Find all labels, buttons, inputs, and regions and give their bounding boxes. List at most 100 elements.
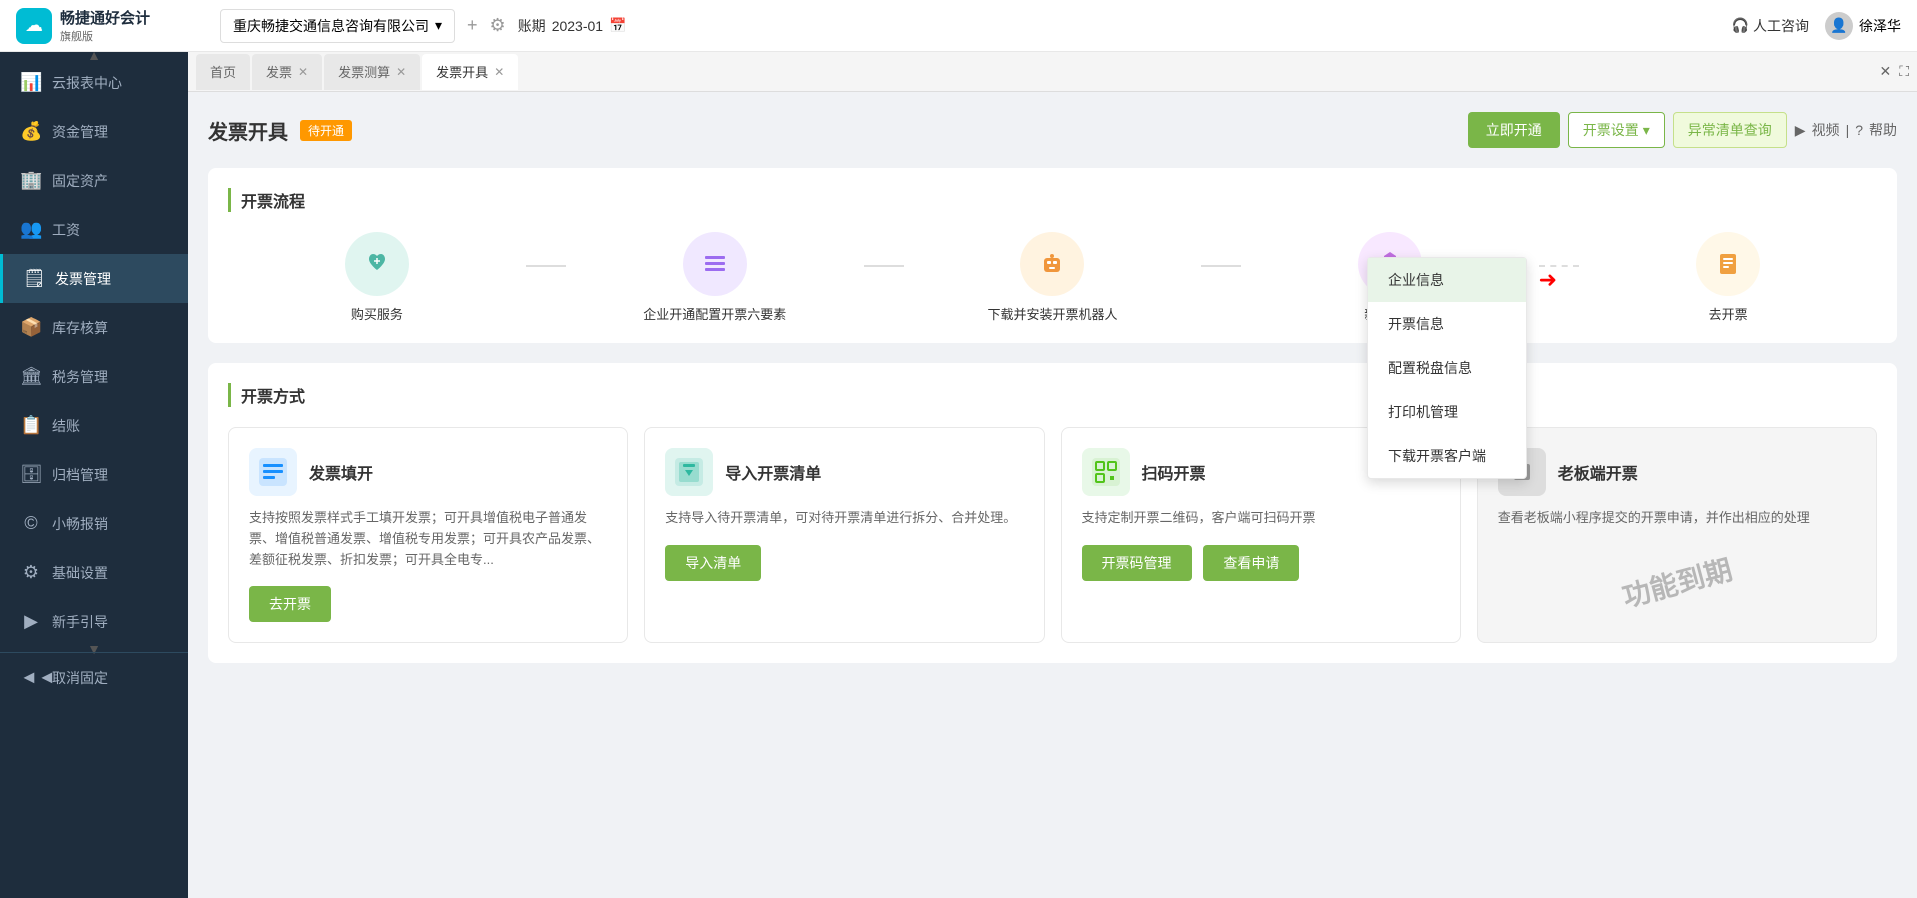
dropdown-item-invoice-info[interactable]: 开票信息	[1368, 302, 1526, 346]
fund-mgmt-icon: 💰	[20, 121, 42, 142]
sidebar-label-cloud-report: 云报表中心	[52, 73, 122, 93]
flow-steps: 购买服务 企业开通配置开票六要素	[228, 232, 1877, 323]
settings-dropdown-menu: 企业信息 开票信息 配置税盘信息 打印机管理 下载开票客户端	[1367, 257, 1527, 479]
method-desc-4: 查看老板端小程序提交的开票申请，并作出相应的处理	[1498, 508, 1856, 529]
dropdown-item-company-info[interactable]: 企业信息	[1368, 258, 1526, 302]
methods-section: 开票方式	[208, 363, 1897, 663]
user-name: 徐泽华	[1859, 16, 1901, 36]
sidebar-item-invoice-mgmt[interactable]: 🗒 发票管理	[0, 254, 188, 303]
sidebar-label-inventory: 库存核算	[52, 318, 108, 338]
import-list-icon	[665, 448, 713, 496]
tab-invoice-calc-close[interactable]: ✕	[396, 65, 406, 79]
sidebar-item-cloud-report[interactable]: 📊 云报表中心	[0, 58, 188, 107]
tab-invoice-calc[interactable]: 发票测算 ✕	[324, 54, 420, 90]
top-bar: ☁ 畅捷通好会计 旗舰版 重庆畅捷交通信息咨询有限公司 ▾ + ⚙ 账期 202…	[0, 0, 1917, 52]
config-icon	[699, 248, 731, 280]
method-desc-3: 支持定制开票二维码，客户端可扫码开票	[1082, 508, 1440, 529]
sidebar-item-tax-mgmt[interactable]: 🏛 税务管理	[0, 352, 188, 401]
invoice-mgmt-icon: 🗒	[23, 268, 45, 289]
flow-step-1: 购买服务	[228, 232, 526, 323]
settings-dropdown-container: 开票设置 ▾	[1568, 112, 1665, 148]
tab-bar: 首页 发票 ✕ 发票测算 ✕ 发票开具 ✕ ✕ ⛶	[188, 52, 1917, 92]
sidebar-item-payroll[interactable]: 👥 工资	[0, 205, 188, 254]
method-header-1: 发票填开	[249, 448, 607, 496]
new-guide-icon: ▶	[20, 611, 42, 632]
sidebar-item-archive-mgmt[interactable]: 🗄 归档管理	[0, 450, 188, 499]
flow-step-5: 去开票	[1579, 232, 1877, 323]
method-btn-3a[interactable]: 开票码管理	[1082, 545, 1192, 581]
tab-maximize-button[interactable]: ⛶	[1899, 63, 1909, 80]
cancel-fixed-icon: ◄◄	[20, 667, 42, 688]
sidebar-label-fund-mgmt: 资金管理	[52, 122, 108, 142]
cloud-report-icon: 📊	[20, 72, 42, 93]
video-help[interactable]: ▶ 视频 | ? 帮助	[1795, 120, 1897, 140]
avatar-icon: 👤	[1830, 17, 1847, 34]
settings-button[interactable]: 开票设置 ▾	[1568, 112, 1665, 148]
method-btn-1[interactable]: 去开票	[249, 586, 331, 622]
sidebar-item-cancel-fixed[interactable]: ◄◄ 取消固定	[0, 652, 188, 702]
method-btn-3b[interactable]: 查看申请	[1203, 545, 1299, 581]
consulting-button[interactable]: 🎧 人工咨询	[1732, 16, 1809, 36]
dropdown-item-config-tax[interactable]: 配置税盘信息	[1368, 346, 1526, 390]
step-2-circle	[683, 232, 747, 296]
sidebar-label-archive-mgmt: 归档管理	[52, 465, 108, 485]
method-btn-2[interactable]: 导入清单	[665, 545, 761, 581]
sidebar-item-new-guide[interactable]: ▶ 新手引导	[0, 597, 188, 646]
tab-invoice[interactable]: 发票 ✕	[252, 54, 322, 90]
user-info[interactable]: 👤 徐泽华	[1825, 12, 1901, 40]
abnormal-list-button[interactable]: 异常清单查询	[1673, 112, 1787, 148]
sidebar-item-fund-mgmt[interactable]: 💰 资金管理	[0, 107, 188, 156]
content-area: 首页 发票 ✕ 发票测算 ✕ 发票开具 ✕ ✕ ⛶	[188, 52, 1917, 898]
step-connector-1	[526, 265, 566, 267]
sidebar-item-inventory[interactable]: 📦 库存核算	[0, 303, 188, 352]
add-button[interactable]: +	[467, 15, 478, 36]
logo-icon: ☁	[16, 8, 52, 44]
payroll-icon: 👥	[20, 219, 42, 240]
sidebar-item-settlement[interactable]: 📋 结账	[0, 401, 188, 450]
dropdown-item-download-client[interactable]: 下载开票客户端	[1368, 434, 1526, 478]
top-bar-right: 🎧 人工咨询 👤 徐泽华	[1732, 12, 1901, 40]
headset-icon: 🎧	[1732, 17, 1749, 34]
consulting-label: 人工咨询	[1753, 16, 1809, 36]
settings-button[interactable]: ⚙	[490, 15, 506, 36]
sidebar-label-fixed-assets: 固定资产	[52, 171, 108, 191]
method-desc-1: 支持按照发票样式手工填开发票；可开具增值税电子普通发票、增值税普通发票、增值税专…	[249, 508, 607, 570]
calendar-icon[interactable]: 📅	[609, 17, 626, 34]
settings-label: 开票设置	[1583, 120, 1639, 140]
flow-section-title: 开票流程	[228, 188, 1877, 212]
sidebar-item-basic-settings[interactable]: ⚙ 基础设置	[0, 548, 188, 597]
question-icon: ?	[1855, 122, 1863, 138]
dropdown-item-printer-mgmt[interactable]: 打印机管理	[1368, 390, 1526, 434]
company-selector[interactable]: 重庆畅捷交通信息咨询有限公司 ▾	[220, 9, 455, 43]
sidebar-label-settlement: 结账	[52, 416, 80, 436]
tab-invoice-close[interactable]: ✕	[298, 65, 308, 79]
tab-close-button[interactable]: ✕	[1879, 63, 1891, 80]
step-3-label: 下载并安装开票机器人	[987, 304, 1117, 323]
tab-invoice-issue[interactable]: 发票开具 ✕	[422, 54, 518, 90]
basic-settings-icon: ⚙	[20, 562, 42, 583]
method-title-2: 导入开票清单	[725, 460, 821, 484]
mini-report-icon: ©	[20, 513, 42, 534]
sidebar-item-mini-report[interactable]: © 小畅报销	[0, 499, 188, 548]
flow-step-2: 企业开通配置开票六要素	[566, 232, 864, 323]
method-card-manual-fill: 发票填开 支持按照发票样式手工填开发票；可开具增值税电子普通发票、增值税普通发票…	[228, 427, 628, 643]
tab-invoice-issue-close[interactable]: ✕	[494, 65, 504, 79]
tab-invoice-calc-label: 发票测算	[338, 62, 390, 81]
step-connector-2	[864, 265, 904, 267]
video-label: 视频	[1812, 120, 1840, 140]
sidebar-label-payroll: 工资	[52, 220, 80, 240]
sidebar-item-fixed-assets[interactable]: 🏢 固定资产	[0, 156, 188, 205]
tab-invoice-label: 发票	[266, 62, 292, 81]
activate-button[interactable]: 立即开通	[1468, 112, 1560, 148]
method-header-4: 老板端开票	[1498, 448, 1856, 496]
methods-section-title: 开票方式	[228, 383, 1877, 407]
main-area: ▲ 📊 云报表中心 💰 资金管理 🏢 固定资产 👥 工资 🗒 发票管理	[0, 52, 1917, 898]
robot-icon	[1036, 248, 1068, 280]
help-label: 帮助	[1869, 120, 1897, 140]
page-title-area: 发票开具 待开通	[208, 116, 352, 145]
step-1-circle	[345, 232, 409, 296]
dropdown-chevron-icon: ▾	[435, 17, 442, 34]
tab-home[interactable]: 首页	[196, 54, 250, 90]
method-title-1: 发票填开	[309, 460, 373, 484]
method-card-boss: 老板端开票 查看老板端小程序提交的开票申请，并作出相应的处理 功能到期	[1477, 427, 1877, 643]
